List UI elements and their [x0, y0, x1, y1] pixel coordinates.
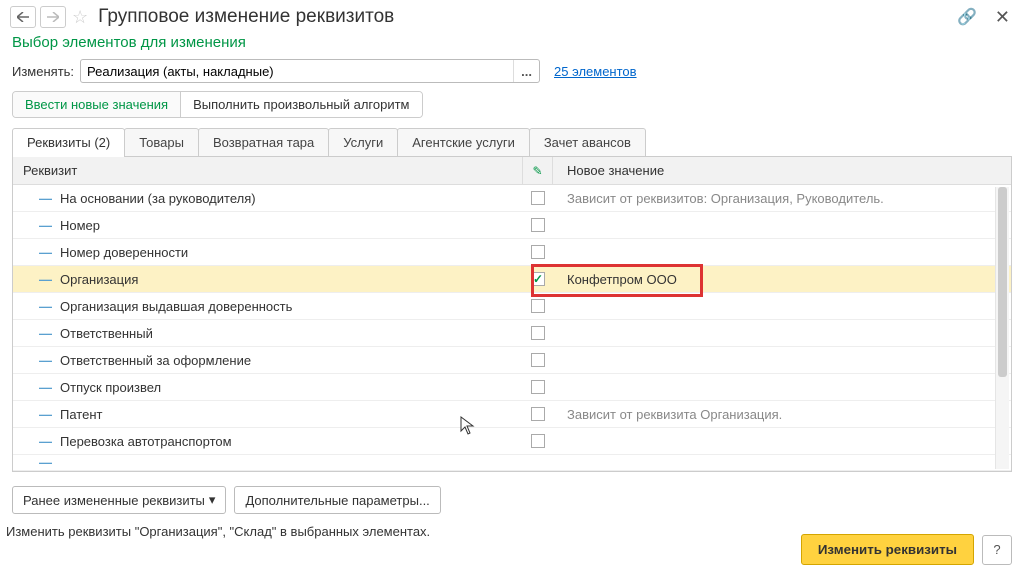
attribute-label: Организация выдавшая доверенность — [60, 299, 292, 314]
attribute-label: Перевозка автотранспортом — [60, 434, 232, 449]
row-dash-icon: — — [39, 299, 52, 314]
apply-changes-button[interactable]: Изменить реквизиты — [801, 534, 974, 565]
row-dash-icon: — — [39, 434, 52, 449]
elements-count-link[interactable]: 25 элементов — [554, 64, 637, 79]
link-icon[interactable]: 🔗 — [957, 7, 977, 27]
column-header-attribute[interactable]: Реквизит — [13, 157, 523, 184]
row-checkbox[interactable] — [531, 218, 545, 232]
attribute-label: Организация — [60, 272, 138, 287]
tab-agent-services[interactable]: Агентские услуги — [397, 128, 530, 156]
previously-changed-button[interactable]: Ранее измененные реквизиты ▾ — [12, 486, 226, 514]
column-header-new-value[interactable]: Новое значение — [553, 157, 1011, 184]
row-dash-icon: — — [39, 326, 52, 341]
row-checkbox[interactable] — [531, 353, 545, 367]
scroll-thumb[interactable] — [998, 187, 1007, 377]
row-dash-icon: — — [39, 407, 52, 422]
forward-button[interactable] — [40, 6, 66, 28]
attributes-table: Реквизит ✎ Новое значение — На основании … — [12, 156, 1012, 472]
tab-goods[interactable]: Товары — [124, 128, 199, 156]
table-scrollbar[interactable] — [995, 187, 1009, 469]
mode-tabs: Ввести новые значения Выполнить произвол… — [12, 91, 423, 118]
attribute-label: На основании (за руководителя) — [60, 191, 256, 206]
table-row[interactable]: — Организация выдавшая доверенность — [13, 293, 1011, 320]
row-dash-icon: — — [39, 245, 52, 260]
row-dash-icon: — — [39, 218, 52, 233]
table-row[interactable]: — Ответственный — [13, 320, 1011, 347]
additional-params-button[interactable]: Дополнительные параметры... — [234, 486, 440, 514]
favorite-star-icon[interactable]: ☆ — [72, 7, 88, 28]
new-value-cell[interactable]: Зависит от реквизитов: Организация, Руко… — [553, 191, 1011, 206]
tab-returnable[interactable]: Возвратная тара — [198, 128, 329, 156]
attribute-label: Патент — [60, 407, 102, 422]
row-checkbox[interactable] — [531, 272, 545, 286]
sub-tabs: Реквизиты (2) Товары Возвратная тара Усл… — [12, 128, 1012, 156]
section-subtitle: Выбор элементов для изменения — [0, 30, 1024, 57]
attribute-label: Отпуск произвел — [60, 380, 161, 395]
change-label: Изменять: — [12, 64, 74, 79]
table-row[interactable]: — Номер — [13, 212, 1011, 239]
close-icon[interactable]: ✕ — [991, 7, 1014, 28]
attribute-label: Номер доверенности — [60, 245, 188, 260]
new-value-cell[interactable]: Зависит от реквизита Организация. — [553, 407, 1011, 422]
help-button[interactable]: ? — [982, 535, 1012, 565]
chevron-down-icon: ▾ — [209, 492, 216, 508]
table-row[interactable]: — Номер доверенности — [13, 239, 1011, 266]
row-checkbox[interactable] — [531, 191, 545, 205]
row-checkbox[interactable] — [531, 326, 545, 340]
row-checkbox[interactable] — [531, 434, 545, 448]
table-row[interactable]: — На основании (за руководителя) Зависит о… — [13, 185, 1011, 212]
row-dash-icon: — — [39, 353, 52, 368]
table-row[interactable]: — Отпуск произвел — [13, 374, 1011, 401]
new-value-cell[interactable]: Конфетпром ООО — [553, 272, 1011, 287]
table-row[interactable]: — Перевозка автотранспортом — [13, 428, 1011, 455]
tab-advance-offset[interactable]: Зачет авансов — [529, 128, 646, 156]
tab-services[interactable]: Услуги — [328, 128, 398, 156]
attribute-label: Ответственный за оформление — [60, 353, 251, 368]
row-checkbox[interactable] — [531, 299, 545, 313]
mode-tab-enter-values[interactable]: Ввести новые значения — [13, 92, 180, 117]
row-dash-icon: — — [39, 380, 52, 395]
change-type-field[interactable]: ... — [80, 59, 540, 83]
column-header-edit-icon: ✎ — [523, 157, 553, 184]
row-dash-icon: — — [39, 272, 52, 287]
page-title: Групповое изменение реквизитов — [98, 6, 953, 28]
table-row[interactable]: — Организация Конфетпром ООО — [13, 266, 1011, 293]
change-type-picker-button[interactable]: ... — [513, 60, 539, 82]
back-button[interactable] — [10, 6, 36, 28]
attribute-label: Ответственный — [60, 326, 153, 341]
row-checkbox[interactable] — [531, 380, 545, 394]
row-checkbox[interactable] — [531, 407, 545, 421]
tab-attributes[interactable]: Реквизиты (2) — [12, 128, 125, 156]
table-row[interactable]: — Ответственный за оформление — [13, 347, 1011, 374]
table-row[interactable]: — — [13, 455, 1011, 471]
table-row[interactable]: — Патент Зависит от реквизита Организация. — [13, 401, 1011, 428]
change-type-input[interactable] — [81, 60, 513, 82]
attribute-label: Номер — [60, 218, 100, 233]
row-checkbox[interactable] — [531, 245, 545, 259]
mode-tab-run-algorithm[interactable]: Выполнить произвольный алгоритм — [180, 92, 421, 117]
row-dash-icon: — — [39, 191, 52, 206]
